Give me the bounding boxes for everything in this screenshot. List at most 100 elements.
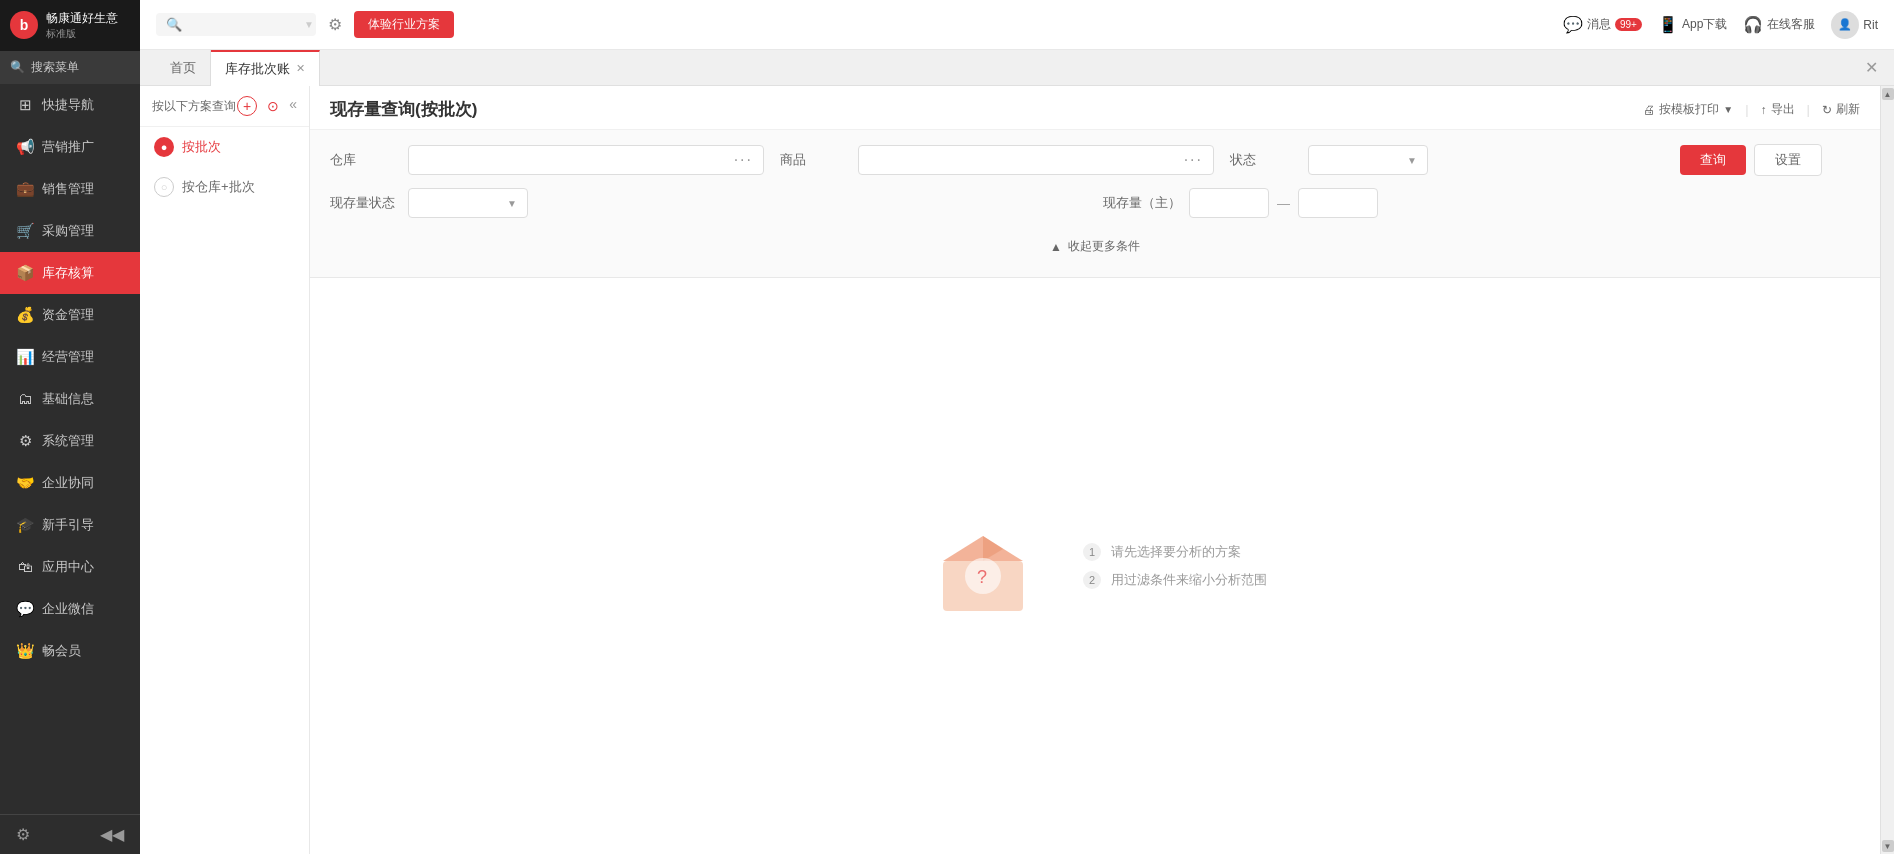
sidebar-item-basics[interactable]: 🗂 基础信息 (0, 378, 140, 420)
sidebar-item-ops[interactable]: 📊 经营管理 (0, 336, 140, 378)
scroll-down-btn[interactable]: ▼ (1882, 840, 1894, 852)
search-menu[interactable]: 🔍 搜索菜单 (0, 51, 140, 84)
tab-batch-account[interactable]: 库存批次账 ✕ (211, 50, 320, 86)
inventory-status-field: 现存量状态 ▼ (330, 188, 1087, 218)
inventory-icon: 📦 (16, 264, 34, 282)
messages-badge: 99+ (1615, 18, 1642, 31)
topbar-dropdown-icon[interactable]: ▼ (304, 19, 314, 30)
print-template-btn[interactable]: 🖨 按模板打印 ▼ (1643, 101, 1733, 118)
filter-item-warehouse-batch[interactable]: ○ 按仓库+批次 (140, 167, 309, 207)
export-btn[interactable]: ↑ 导出 (1761, 101, 1795, 118)
app-version: 标准版 (46, 27, 118, 41)
sidebar-item-system[interactable]: ⚙ 系统管理 (0, 420, 140, 462)
refresh-btn[interactable]: ↻ 刷新 (1822, 101, 1860, 118)
hint-num-1: 1 (1083, 543, 1101, 561)
warehouse-batch-icon: ○ (154, 177, 174, 197)
sidebar-item-quick-nav[interactable]: ⊞ 快捷导航 (0, 84, 140, 126)
empty-state: ? 1 请先选择要分析的方案 2 用过滤条件来缩小分析范围 (310, 278, 1880, 854)
user-label: Rit (1863, 18, 1878, 32)
sidebar-item-guide[interactable]: 🎓 新手引导 (0, 504, 140, 546)
product-input[interactable]: ··· (858, 145, 1214, 175)
warehouse-dots[interactable]: ··· (734, 151, 753, 169)
main-area: 🔍 ▼ ⚙ 体验行业方案 💬 消息 99+ 📱 App下载 🎧 在线客服 (140, 0, 1894, 854)
app-download-group[interactable]: 📱 App下载 (1658, 15, 1727, 34)
topbar: 🔍 ▼ ⚙ 体验行业方案 💬 消息 99+ 📱 App下载 🎧 在线客服 (140, 0, 1894, 50)
sidebar-item-member[interactable]: 👑 畅会员 (0, 630, 140, 672)
sidebar-item-label: 企业微信 (42, 600, 94, 618)
query-button[interactable]: 查询 (1680, 145, 1746, 175)
system-icon: ⚙ (16, 432, 34, 450)
sidebar-item-label: 畅会员 (42, 642, 81, 660)
empty-hint-1: 1 请先选择要分析的方案 (1083, 543, 1267, 561)
inventory-amount-field: 现存量（主） — (1103, 188, 1860, 218)
empty-hint-2: 2 用过滤条件来缩小分析范围 (1083, 571, 1267, 589)
collapse-sidebar-icon[interactable]: ◀◀ (100, 825, 124, 844)
collapse-filter-btn[interactable]: « (289, 96, 297, 116)
sidebar: b 畅康通好生意 标准版 🔍 搜索菜单 ⊞ 快捷导航 📢 营销推广 💼 销售管理… (0, 0, 140, 854)
empty-hints: 1 请先选择要分析的方案 2 用过滤条件来缩小分析范围 (1083, 543, 1267, 589)
export-icon: ↑ (1761, 103, 1767, 117)
app-logo: b (10, 11, 38, 39)
tab-close-icon[interactable]: ✕ (296, 62, 305, 75)
sidebar-item-label: 应用中心 (42, 558, 94, 576)
query-form: 仓库 ··· 商品 ··· 状态 (310, 130, 1880, 278)
warehouse-input[interactable]: ··· (408, 145, 764, 175)
tab-home[interactable]: 首页 (156, 50, 211, 86)
topbar-search-input[interactable] (188, 18, 298, 32)
inventory-status-dropdown-icon: ▼ (507, 198, 517, 209)
topbar-left: 🔍 ▼ ⚙ 体验行业方案 (156, 11, 454, 38)
sidebar-item-sales[interactable]: 💼 销售管理 (0, 168, 140, 210)
print-label: 按模板打印 (1659, 101, 1719, 118)
ops-icon: 📊 (16, 348, 34, 366)
experience-btn[interactable]: 体验行业方案 (354, 11, 454, 38)
messages-group[interactable]: 💬 消息 99+ (1563, 15, 1642, 34)
inventory-dash: — (1277, 196, 1290, 211)
purchase-icon: 🛒 (16, 222, 34, 240)
topbar-search-icon: 🔍 (166, 17, 182, 32)
guide-icon: 🎓 (16, 516, 34, 534)
sidebar-item-label: 基础信息 (42, 390, 94, 408)
sidebar-item-apps[interactable]: 🛍 应用中心 (0, 546, 140, 588)
status-field: 状态 ▼ (1230, 145, 1664, 175)
print-icon: 🖨 (1643, 103, 1655, 117)
tab-close-panel-icon[interactable]: ✕ (1865, 58, 1878, 77)
page-actions: 🖨 按模板打印 ▼ | ↑ 导出 | ↻ 刷新 (1643, 101, 1860, 118)
online-service-group[interactable]: 🎧 在线客服 (1743, 15, 1815, 34)
sidebar-item-finance[interactable]: 💰 资金管理 (0, 294, 140, 336)
basics-icon: 🗂 (16, 390, 34, 408)
sidebar-item-label: 经营管理 (42, 348, 94, 366)
inventory-amount-label: 现存量（主） (1103, 194, 1181, 212)
status-select[interactable]: ▼ (1308, 145, 1428, 175)
hint-text-1: 请先选择要分析的方案 (1111, 543, 1241, 561)
scroll-up-btn[interactable]: ▲ (1882, 88, 1894, 100)
sidebar-item-enterprise[interactable]: 🤝 企业协同 (0, 462, 140, 504)
settings-icon[interactable]: ⚙ (16, 825, 30, 844)
collapse-more-btn[interactable]: ▲ 收起更多条件 (330, 230, 1860, 263)
user-group[interactable]: 👤 Rit (1831, 11, 1878, 39)
filter-item-batch[interactable]: ● 按批次 (140, 127, 309, 167)
export-label: 导出 (1771, 101, 1795, 118)
inventory-status-select[interactable]: ▼ (408, 188, 528, 218)
apps-icon: 🛍 (16, 558, 34, 576)
quick-nav-icon: ⊞ (16, 96, 34, 114)
product-dots[interactable]: ··· (1184, 151, 1203, 169)
topbar-search-box[interactable]: 🔍 ▼ (156, 13, 316, 36)
topbar-gear-icon[interactable]: ⚙ (328, 15, 342, 34)
content-area: 按以下方案查询 + ⊙ « ● 按批次 ○ 按仓库+批次 现存量查询(按批次) (140, 86, 1894, 854)
print-dropdown-icon[interactable]: ▼ (1723, 104, 1733, 115)
enterprise-icon: 🤝 (16, 474, 34, 492)
tab-batch-account-label: 库存批次账 (225, 60, 290, 78)
inventory-amount-to[interactable] (1298, 188, 1378, 218)
sidebar-item-label: 销售管理 (42, 180, 94, 198)
sidebar-nav: ⊞ 快捷导航 📢 营销推广 💼 销售管理 🛒 采购管理 📦 库存核算 💰 资金管… (0, 84, 140, 814)
settings-button[interactable]: 设置 (1754, 144, 1822, 176)
tabs-bar: 首页 库存批次账 ✕ ✕ (140, 50, 1894, 86)
sidebar-item-marketing[interactable]: 📢 营销推广 (0, 126, 140, 168)
filter-panel-actions: + ⊙ « (237, 96, 297, 116)
filter-settings-btn[interactable]: ⊙ (263, 96, 283, 116)
add-filter-btn[interactable]: + (237, 96, 257, 116)
sidebar-item-inventory[interactable]: 📦 库存核算 (0, 252, 140, 294)
sidebar-item-wechat[interactable]: 💬 企业微信 (0, 588, 140, 630)
inventory-amount-from[interactable] (1189, 188, 1269, 218)
sidebar-item-purchase[interactable]: 🛒 采购管理 (0, 210, 140, 252)
